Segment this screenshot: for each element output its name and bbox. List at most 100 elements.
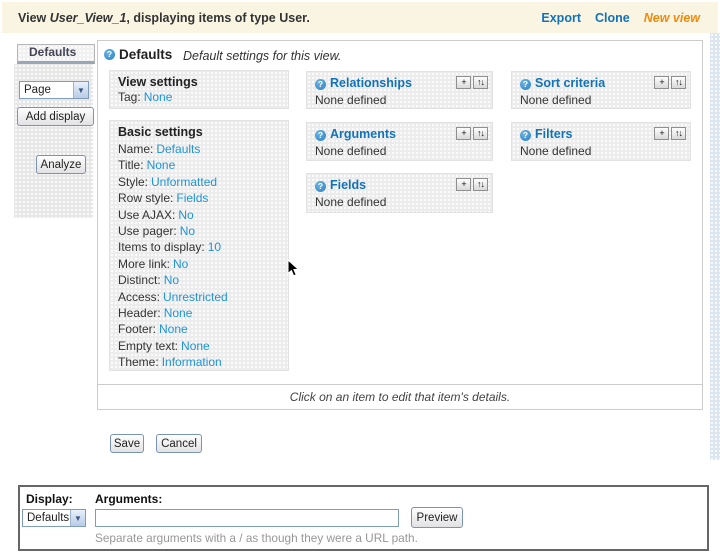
preview-form: Display: Arguments: Defaults ▼ Preview S… (18, 485, 709, 551)
help-icon[interactable]: ? (315, 79, 326, 90)
help-icon[interactable]: ? (315, 181, 326, 192)
chevron-down-icon: ▼ (70, 510, 85, 526)
right-texture-strip (710, 33, 720, 460)
setting-row: Title: None (118, 157, 282, 173)
arguments-title-link[interactable]: Arguments (330, 127, 396, 141)
setting-row: Use AJAX: No (118, 207, 282, 223)
setting-row: Use pager: No (118, 223, 282, 239)
setting-row: Access: Unrestricted (118, 289, 282, 305)
setting-row: Empty text: None (118, 338, 282, 354)
export-link[interactable]: Export (541, 11, 581, 25)
setting-label: Style: (118, 174, 149, 189)
clone-link[interactable]: Clone (595, 11, 630, 25)
setting-row: Header: None (118, 305, 282, 321)
setting-row: Footer: None (118, 321, 282, 337)
help-icon[interactable]: ? (104, 49, 115, 60)
setting-value-link[interactable]: Defaults (156, 142, 200, 156)
display-type-select-value: Page (24, 84, 51, 96)
setting-label: Distinct: (118, 273, 161, 288)
new-view-link[interactable]: New view (644, 11, 700, 25)
chevron-down-icon: ▼ (73, 82, 88, 98)
setting-row: Distinct: No (118, 272, 282, 288)
add-icon[interactable]: + (456, 127, 471, 140)
page-header: View User_View_1, displaying items of ty… (2, 2, 718, 33)
panel-buttons: + ↑↓ (456, 76, 488, 89)
setting-row: More link: No (118, 256, 282, 272)
rearrange-icon[interactable]: ↑↓ (473, 127, 488, 140)
rearrange-icon[interactable]: ↑↓ (473, 178, 488, 191)
help-icon[interactable]: ? (315, 130, 326, 141)
rearrange-icon[interactable]: ↑↓ (671, 127, 686, 140)
view-summary-prefix: View (18, 10, 50, 25)
relationships-empty: None defined (315, 93, 387, 107)
setting-label: Items to display: (118, 240, 205, 255)
display-label: Display: (26, 492, 73, 506)
setting-label: Header: (118, 305, 161, 320)
sort-criteria-empty: None defined (520, 93, 592, 107)
setting-label: Tag: (118, 90, 141, 104)
setting-label: Row style: (118, 191, 174, 206)
help-icon[interactable]: ? (520, 130, 531, 141)
arguments-panel: ? Arguments None defined + ↑↓ (306, 122, 493, 161)
fields-title-link[interactable]: Fields (330, 178, 366, 192)
setting-value-link[interactable]: None (147, 158, 176, 172)
setting-label: Use AJAX: (118, 207, 176, 222)
setting-label: Theme: (118, 355, 159, 370)
save-button[interactable]: Save (110, 434, 144, 453)
relationships-panel: ? Relationships None defined + ↑↓ (306, 71, 493, 109)
setting-value-link[interactable]: Information (162, 355, 222, 369)
setting-label: Use pager: (118, 223, 177, 238)
setting-value-link[interactable]: No (180, 224, 195, 238)
arguments-empty: None defined (315, 144, 387, 158)
preview-button[interactable]: Preview (411, 507, 463, 528)
view-summary-suffix: , displaying items of type User. (126, 10, 310, 25)
setting-value-link[interactable]: None (181, 339, 210, 353)
preview-display-select[interactable]: Defaults ▼ (22, 509, 86, 527)
rearrange-icon[interactable]: ↑↓ (671, 76, 686, 89)
display-controls-panel: Page ▼ Add display Analyze (14, 64, 94, 218)
rearrange-icon[interactable]: ↑↓ (473, 76, 488, 89)
setting-value-link[interactable]: No (164, 273, 179, 287)
setting-row: Name: Defaults (118, 141, 282, 157)
help-icon[interactable]: ? (520, 79, 531, 90)
setting-value-link[interactable]: None (164, 306, 193, 320)
setting-value-link[interactable]: 10 (208, 240, 221, 254)
setting-row: Items to display: 10 (118, 239, 282, 255)
add-icon[interactable]: + (456, 178, 471, 191)
add-icon[interactable]: + (654, 76, 669, 89)
arguments-input[interactable] (95, 509, 399, 527)
setting-label: More link: (118, 256, 171, 271)
setting-value-link[interactable]: No (178, 208, 193, 222)
panel-buttons: + ↑↓ (456, 127, 488, 140)
setting-row: Theme: Information (118, 354, 282, 370)
preview-display-select-value: Defaults (27, 512, 70, 524)
tab-defaults[interactable]: Defaults (17, 44, 95, 64)
setting-value-link[interactable]: No (173, 257, 188, 271)
sort-criteria-title-link[interactable]: Sort criteria (535, 76, 605, 90)
setting-value-link[interactable]: None (159, 322, 188, 336)
filters-empty: None defined (520, 144, 592, 158)
panel-buttons: + ↑↓ (654, 127, 686, 140)
arguments-label: Arguments: (95, 492, 163, 506)
header-links: Export Clone New view (541, 11, 700, 25)
view-summary: View User_View_1, displaying items of ty… (18, 11, 310, 25)
analyze-button[interactable]: Analyze (36, 155, 86, 174)
cancel-button[interactable]: Cancel (156, 434, 202, 453)
display-type-select[interactable]: Page ▼ (19, 81, 89, 99)
add-icon[interactable]: + (456, 76, 471, 89)
add-display-button[interactable]: Add display (17, 107, 94, 126)
filters-title-link[interactable]: Filters (535, 127, 573, 141)
fields-empty: None defined (315, 195, 387, 209)
display-settings-box: ? Defaults Default settings for this vie… (97, 40, 703, 410)
setting-value-link[interactable]: None (144, 90, 173, 104)
add-icon[interactable]: + (654, 127, 669, 140)
setting-row: Row style: Fields (118, 190, 282, 206)
display-heading: Defaults (119, 47, 173, 62)
setting-label: Title: (118, 158, 144, 173)
setting-value-link[interactable]: Fields (176, 191, 208, 205)
panel-buttons: + ↑↓ (654, 76, 686, 89)
filters-panel: ? Filters None defined + ↑↓ (511, 122, 691, 161)
setting-value-link[interactable]: Unrestricted (163, 290, 228, 304)
setting-value-link[interactable]: Unformatted (151, 175, 217, 189)
relationships-title-link[interactable]: Relationships (330, 76, 412, 90)
